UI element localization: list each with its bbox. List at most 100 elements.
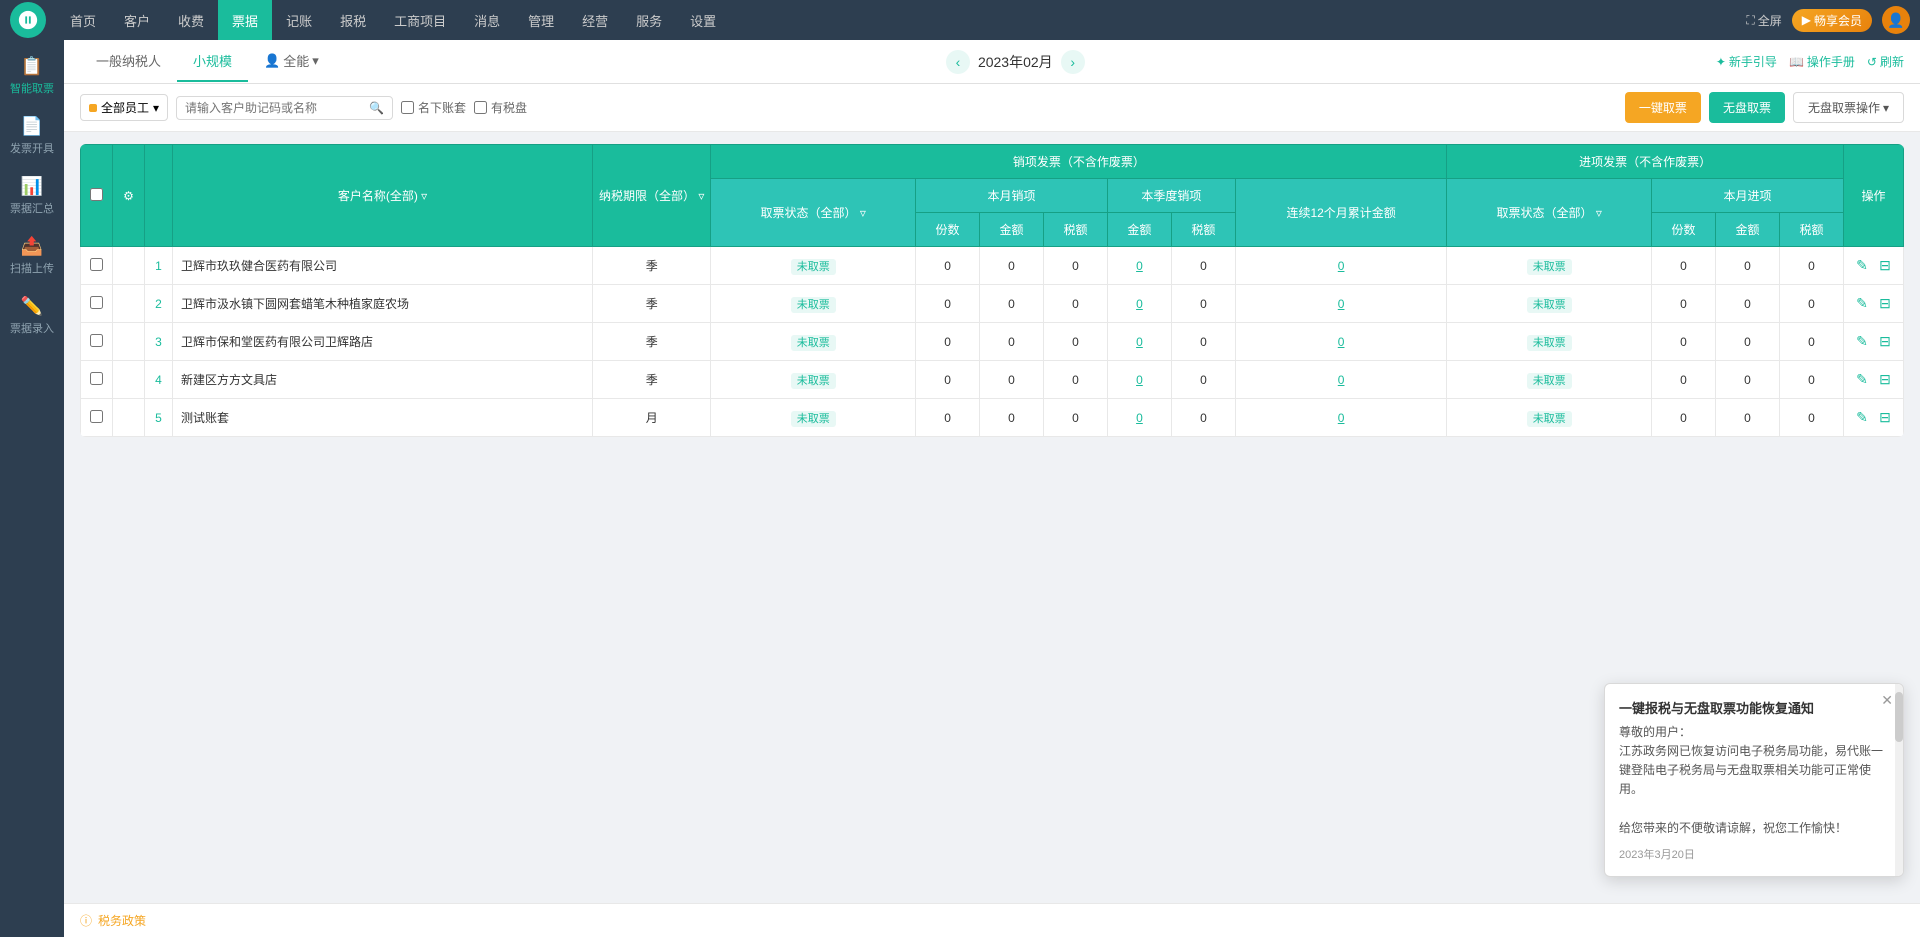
th-xiao-jidu-jine: 金额 [1107, 213, 1171, 247]
manual-btn[interactable]: 📖 操作手册 [1789, 53, 1855, 70]
row-actions: ✎ ⊟ [1844, 399, 1904, 437]
yijian-quupiao-btn[interactable]: 一键取票 [1625, 92, 1701, 123]
row-tax-period: 季 [593, 247, 711, 285]
th-xiao-jine: 金额 [980, 213, 1044, 247]
search-icon[interactable]: 🔍 [369, 101, 384, 115]
row-view-btn[interactable]: ⊟ [1875, 331, 1895, 352]
row-xiao-fenshu: 0 [916, 361, 980, 399]
xiao-status-filter-icon[interactable]: ▿ [860, 206, 866, 220]
filter-chevron: ▾ [153, 101, 159, 115]
sidebar-item-invoice-entry[interactable]: ✏️ 票据录入 [4, 288, 60, 344]
row-view-btn[interactable]: ⊟ [1875, 407, 1895, 428]
new-guide-btn[interactable]: ✦ 新手引导 [1716, 53, 1777, 70]
sidebar-item-scan-upload[interactable]: 📤 扫描上传 [4, 228, 60, 284]
user-avatar[interactable]: 👤 [1882, 6, 1910, 34]
fullscreen-btn[interactable]: ⛶ 全屏 [1746, 12, 1781, 29]
row-actions: ✎ ⊟ [1844, 323, 1904, 361]
all-tab-icon: 👤 [264, 53, 280, 69]
row-xiao-lianxu: 0 [1235, 323, 1446, 361]
wupan-caozuo-btn[interactable]: 无盘取票操作 ▾ [1793, 92, 1904, 123]
row-checkbox[interactable] [81, 323, 113, 361]
period-next-btn[interactable]: › [1061, 50, 1085, 74]
nav-service[interactable]: 服务 [622, 0, 676, 40]
customer-filter-icon[interactable]: ▿ [421, 189, 427, 203]
th-xiao-fenshu: 份数 [916, 213, 980, 247]
row-view-btn[interactable]: ⊟ [1875, 255, 1895, 276]
nav-settings[interactable]: 设置 [676, 0, 730, 40]
tab-general[interactable]: 一般纳税人 [80, 41, 177, 82]
nav-manage[interactable]: 管理 [514, 0, 568, 40]
nav-home[interactable]: 首页 [56, 0, 110, 40]
refresh-btn[interactable]: ↺ 刷新 [1867, 53, 1904, 70]
invoice-entry-icon: ✏️ [21, 296, 43, 317]
filter-dot [89, 104, 97, 112]
tab-small[interactable]: 小规模 [177, 41, 248, 82]
wupan-quupiao-btn[interactable]: 无盘取票 [1709, 92, 1785, 123]
sidebar-item-issue-invoice[interactable]: 📄 发票开具 [4, 108, 60, 164]
search-input[interactable] [185, 101, 365, 115]
table-row: 2 卫辉市汲水镇下圆网套蜡笔木种植家庭农场 季 未取票 0 0 0 0 0 0 … [81, 285, 1904, 323]
top-right-actions: ⛶ 全屏 ▶ 畅享会员 👤 [1746, 6, 1910, 34]
row-settings [113, 361, 145, 399]
select-all-checkbox[interactable] [90, 188, 103, 201]
nav-business[interactable]: 工商项目 [380, 0, 460, 40]
row-xiao-jidu-shuie: 0 [1171, 323, 1235, 361]
th-xiao-status: 取票状态（全部） ▿ [711, 179, 916, 247]
row-checkbox[interactable] [81, 285, 113, 323]
row-jin-jine: 0 [1715, 247, 1779, 285]
row-xiao-jidu-jine: 0 [1107, 247, 1171, 285]
invoice-table: ⚙ 客户名称(全部) ▿ 纳税期限（全部） ▿ 销项发票（不含作废票） 进项发票… [80, 144, 1904, 437]
row-xiao-jidu-jine: 0 [1107, 399, 1171, 437]
row-edit-btn[interactable]: ✎ [1852, 369, 1872, 390]
th-xiao-benyue: 本月销项 [916, 179, 1108, 213]
row-jin-status: 未取票 [1447, 361, 1652, 399]
vip-button[interactable]: ▶ 畅享会员 [1792, 9, 1872, 32]
fullscreen-icon: ⛶ [1746, 13, 1754, 28]
row-checkbox[interactable] [81, 399, 113, 437]
nav-tax[interactable]: 报税 [326, 0, 380, 40]
tab-all[interactable]: 👤 全能 ▾ [248, 41, 335, 82]
row-xiao-lianxu: 0 [1235, 361, 1446, 399]
row-xiao-fenshu: 0 [916, 399, 980, 437]
youshuidian-filter[interactable]: 有税盘 [474, 99, 527, 116]
notification-date: 2023年3月20日 [1619, 846, 1889, 862]
toolbar-links: ✦ 新手引导 📖 操作手册 ↺ 刷新 [1716, 53, 1904, 70]
row-edit-btn[interactable]: ✎ [1852, 407, 1872, 428]
jin-status-filter-icon[interactable]: ▿ [1596, 206, 1602, 220]
row-xiao-jidu-shuie: 0 [1171, 285, 1235, 323]
row-view-btn[interactable]: ⊟ [1875, 369, 1895, 390]
sidebar-item-smart-ticket[interactable]: 📋 智能取票 [4, 48, 60, 104]
row-jin-status: 未取票 [1447, 399, 1652, 437]
nav-bookkeeping[interactable]: 记账 [272, 0, 326, 40]
period-prev-btn[interactable]: ‹ [946, 50, 970, 74]
th-jin-status: 取票状态（全部） ▿ [1447, 179, 1652, 247]
row-jin-fenshu: 0 [1652, 399, 1716, 437]
tax-period-filter-icon[interactable]: ▿ [698, 189, 704, 203]
tax-policy-link[interactable]: 税务政策 [98, 912, 146, 929]
row-checkbox[interactable] [81, 361, 113, 399]
row-tax-period: 月 [593, 399, 711, 437]
sidebar-item-invoice-summary[interactable]: 📊 票据汇总 [4, 168, 60, 224]
th-jin-jine: 金额 [1715, 213, 1779, 247]
row-edit-btn[interactable]: ✎ [1852, 331, 1872, 352]
notification-close-btn[interactable]: ✕ [1881, 692, 1893, 709]
row-jin-status: 未取票 [1447, 285, 1652, 323]
app-logo [10, 2, 46, 38]
youshuidian-checkbox[interactable] [474, 101, 487, 114]
nav-message[interactable]: 消息 [460, 0, 514, 40]
employee-filter[interactable]: 全部员工 ▾ [80, 94, 168, 121]
nav-customer[interactable]: 客户 [110, 0, 164, 40]
xiazhanghao-filter[interactable]: 名下账套 [401, 99, 466, 116]
row-edit-btn[interactable]: ✎ [1852, 255, 1872, 276]
nav-operation[interactable]: 经营 [568, 0, 622, 40]
row-tax-period: 季 [593, 323, 711, 361]
th-xiao-benjidu: 本季度销项 [1107, 179, 1235, 213]
row-edit-btn[interactable]: ✎ [1852, 293, 1872, 314]
row-view-btn[interactable]: ⊟ [1875, 293, 1895, 314]
row-checkbox[interactable] [81, 247, 113, 285]
th-xiao-lianxu: 连续12个月累计金额 [1235, 179, 1446, 247]
th-customer: 客户名称(全部) ▿ [173, 145, 593, 247]
nav-invoice[interactable]: 票据 [218, 0, 272, 40]
xiazhanghao-checkbox[interactable] [401, 101, 414, 114]
nav-fee[interactable]: 收费 [164, 0, 218, 40]
